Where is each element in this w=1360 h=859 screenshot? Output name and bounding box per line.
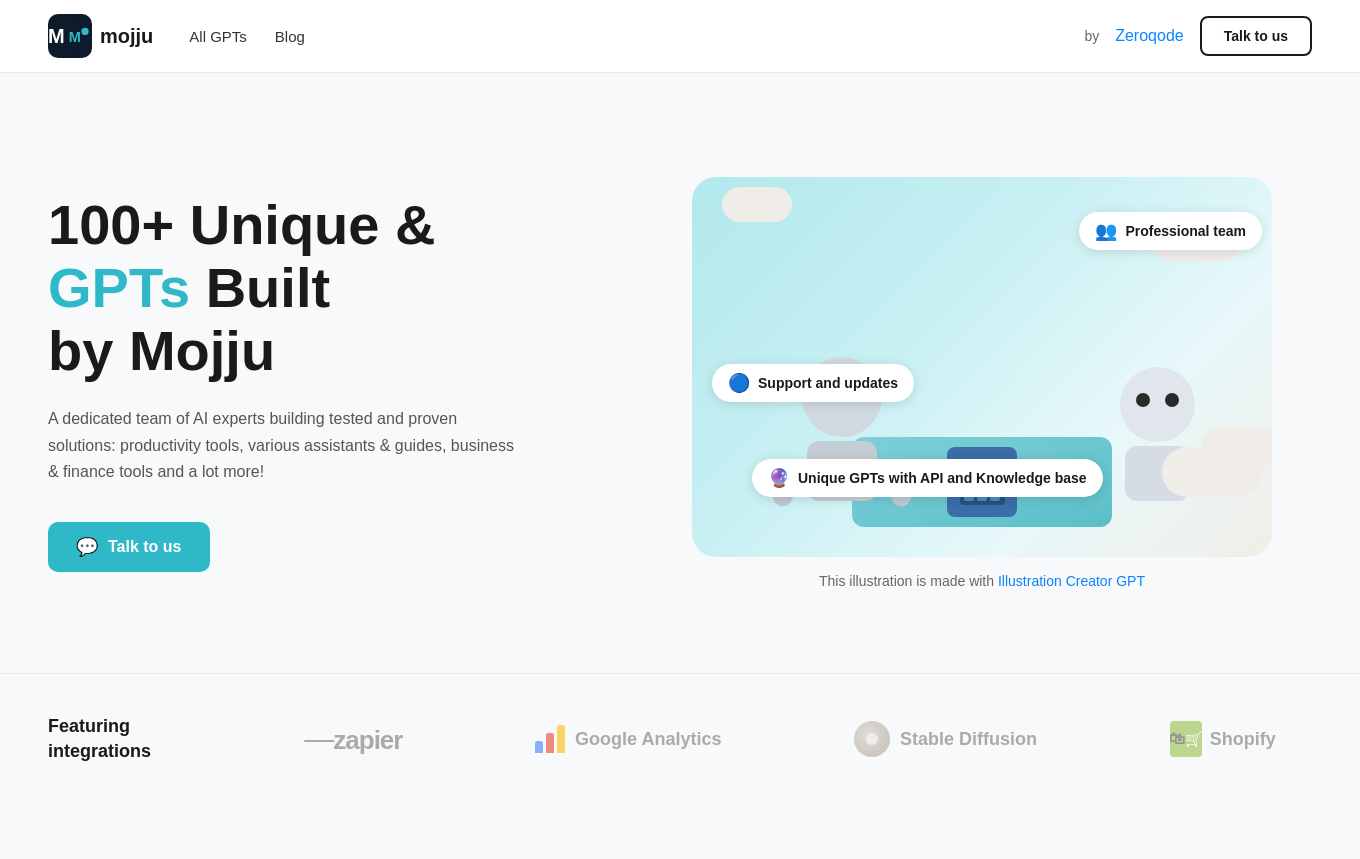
badge-unique-label: Unique GPTs with API and Knowledge base	[798, 470, 1087, 486]
hero-right: 🔵 Support and updates 👥 Professional tea…	[652, 177, 1312, 589]
by-text: by	[1084, 28, 1099, 44]
robot-right-head	[1120, 367, 1195, 442]
professional-icon: 👥	[1095, 220, 1117, 242]
badge-professional-label: Professional team	[1125, 223, 1246, 239]
ga-bar-2	[546, 733, 554, 753]
illustration-caption: This illustration is made with Illustrat…	[819, 573, 1145, 589]
zeroqode-link[interactable]: Zeroqode	[1115, 27, 1184, 45]
ga-bars	[535, 725, 565, 753]
stable-diffusion-logo: Stable Diffusion	[854, 721, 1037, 757]
cloud-decoration-4	[1202, 427, 1272, 467]
svg-point-2	[81, 28, 88, 35]
talk-btn-label: Talk to us	[108, 538, 182, 556]
stable-diffusion-inner	[866, 733, 878, 745]
navbar: M mojju All GPTs Blog by Zeroqode Talk t…	[0, 0, 1360, 73]
logo[interactable]: M mojju	[48, 14, 153, 58]
shopify-logo: 🛍 Shopify	[1170, 721, 1276, 757]
hero-section: 100+ Unique & GPTs Builtby Mojju A dedic…	[0, 73, 1360, 673]
zapier-dash: —	[304, 722, 333, 755]
illustration-creator-link[interactable]: Illustration Creator GPT	[998, 573, 1145, 589]
logo-text: mojju	[100, 25, 153, 48]
logo-icon: M	[48, 14, 92, 58]
support-icon: 🔵	[728, 372, 750, 394]
hero-title-highlight: GPTs	[48, 256, 190, 319]
ga-bar-3	[557, 725, 565, 753]
nav-right: by Zeroqode Talk to us	[1084, 16, 1312, 56]
nav-left: M mojju All GPTs Blog	[48, 14, 305, 58]
badge-support-label: Support and updates	[758, 375, 898, 391]
integrations-section: Featuring integrations —zapier Google An…	[0, 673, 1360, 824]
talk-to-us-button-nav[interactable]: Talk to us	[1200, 16, 1312, 56]
google-analytics-text: Google Analytics	[575, 729, 721, 750]
svg-text:M: M	[68, 29, 80, 45]
badge-unique: 🔮 Unique GPTs with API and Knowledge bas…	[752, 459, 1103, 497]
hero-description: A dedicated team of AI experts building …	[48, 406, 528, 485]
hero-title-part1: 100+ Unique &	[48, 193, 435, 256]
google-analytics-logo: Google Analytics	[535, 725, 721, 753]
unique-icon: 🔮	[768, 467, 790, 489]
shopify-bag-icon: 🛍	[1169, 730, 1185, 748]
hero-left: 100+ Unique & GPTs Builtby Mojju A dedic…	[48, 194, 528, 571]
cloud-decoration-1	[722, 187, 792, 222]
zapier-text: —zapier	[304, 722, 402, 756]
stable-diffusion-text: Stable Diffusion	[900, 729, 1037, 750]
nav-link-all-gpts[interactable]: All GPTs	[189, 28, 247, 45]
hero-title: 100+ Unique & GPTs Builtby Mojju	[48, 194, 528, 382]
shopify-icon: 🛍	[1170, 721, 1202, 757]
ga-bar-1	[535, 741, 543, 753]
caption-text: This illustration is made with	[819, 573, 994, 589]
badge-support: 🔵 Support and updates	[712, 364, 914, 402]
integrations-logos: —zapier Google Analytics Stable Diffusio…	[268, 721, 1312, 757]
hero-illustration: 🔵 Support and updates 👥 Professional tea…	[692, 177, 1272, 557]
stable-diffusion-icon	[854, 721, 890, 757]
nav-links: All GPTs Blog	[189, 28, 305, 45]
integrations-label: Featuring integrations	[48, 714, 208, 764]
zapier-logo: —zapier	[304, 722, 402, 756]
badge-professional: 👥 Professional team	[1079, 212, 1262, 250]
shopify-text: Shopify	[1210, 729, 1276, 750]
integrations-title: Featuring integrations	[48, 714, 208, 764]
talk-to-us-button-hero[interactable]: 💬 Talk to us	[48, 522, 210, 572]
nav-link-blog[interactable]: Blog	[275, 28, 305, 45]
chat-icon: 💬	[76, 536, 98, 558]
